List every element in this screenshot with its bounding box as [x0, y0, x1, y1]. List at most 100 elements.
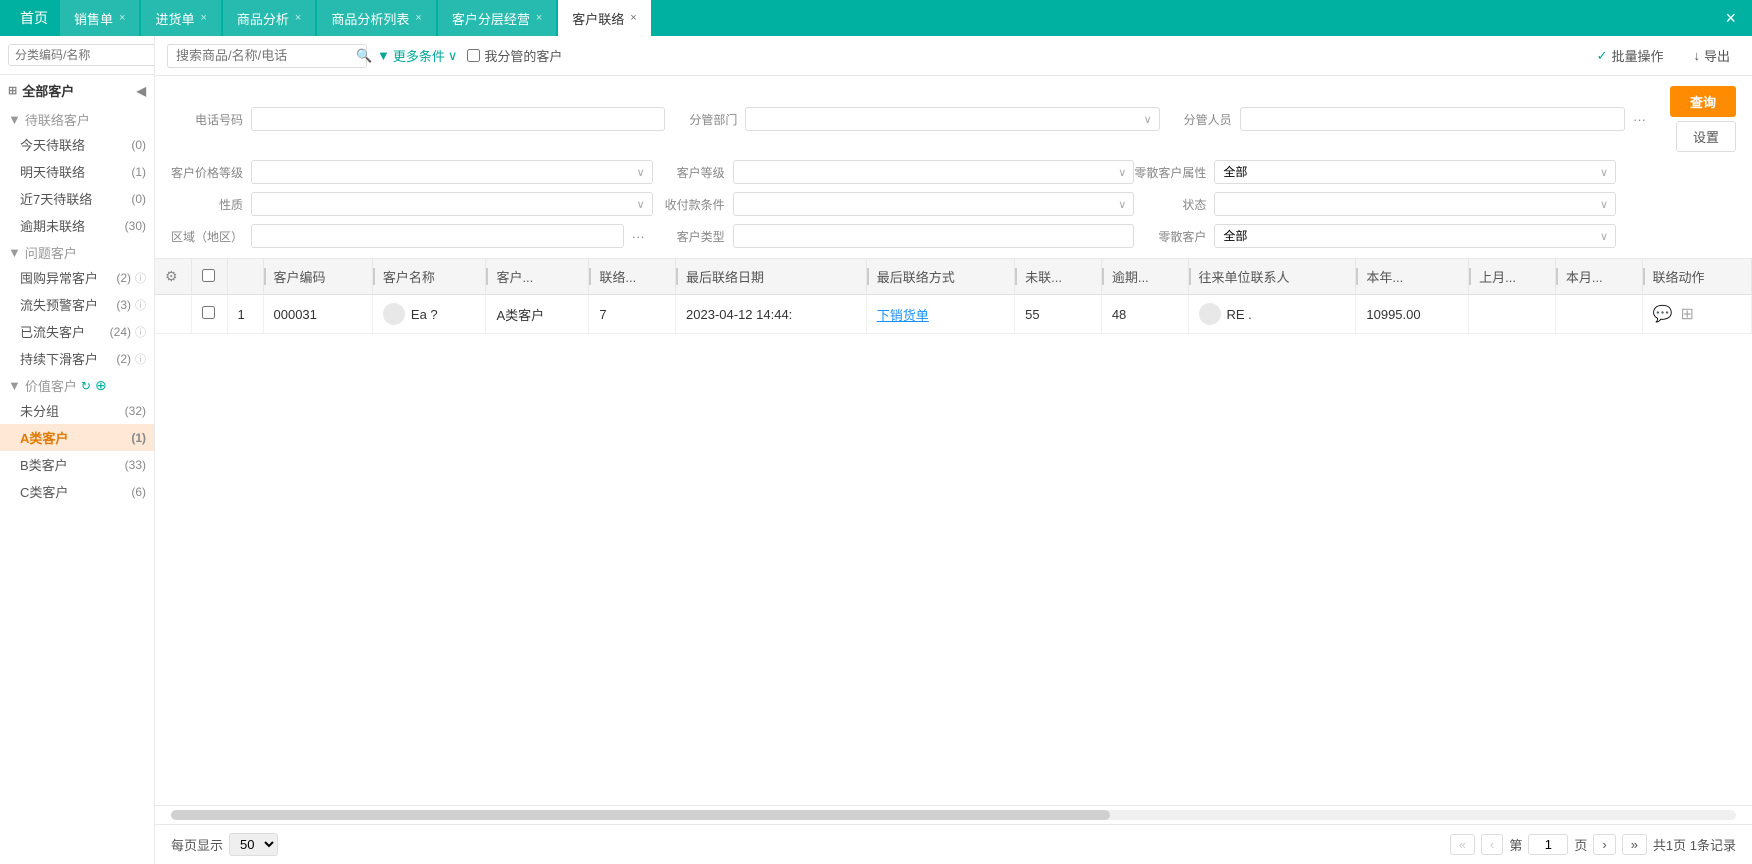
dots-icon[interactable]: ··· [1625, 112, 1654, 127]
nature-select[interactable] [251, 192, 653, 216]
filter-row-1: 电话号码 分管部门 ∨ 分管人员 ··· 查询 设置 [171, 86, 1736, 152]
scrollbar-track[interactable] [171, 810, 1736, 820]
gear-icon[interactable]: ⚙ [165, 268, 178, 284]
sidebar-item-class-c[interactable]: C类客户 (6) [0, 478, 154, 505]
comment-icon[interactable]: 💬 [1653, 304, 1673, 324]
row-check-cell[interactable] [191, 295, 227, 334]
close-icon[interactable]: × [200, 12, 206, 24]
col-type[interactable]: 客户... [486, 259, 589, 295]
nav-tab-sales[interactable]: 销售单 × [60, 0, 139, 36]
nav-tab-purchase[interactable]: 进货单 × [141, 0, 220, 36]
close-icon[interactable]: × [630, 12, 636, 24]
refresh-icon[interactable]: ↻ [81, 379, 91, 393]
close-icon[interactable]: × [119, 12, 125, 24]
all-customers-label: 全部客户 [22, 81, 74, 100]
sidebar-group-value[interactable]: ▼ 价值客户 ↻ ⊕ [0, 372, 154, 397]
phone-input[interactable] [251, 107, 665, 131]
col-check[interactable] [191, 259, 227, 295]
sidebar-item-unsorted[interactable]: 未分组 (32) [0, 397, 154, 424]
item-badge: (2) [116, 271, 131, 285]
col-this-month[interactable]: 本月... [1555, 259, 1642, 295]
close-icon[interactable]: × [536, 12, 542, 24]
filter-search-input[interactable] [176, 48, 352, 63]
batch-operation-button[interactable]: ✓ 批量操作 [1587, 42, 1674, 69]
col-code-label: 客户编码 [274, 270, 326, 285]
sidebar-item-tomorrow[interactable]: 明天待联络 (1) [0, 158, 154, 185]
status-select[interactable] [1214, 192, 1616, 216]
nav-tab-product-list[interactable]: 商品分析列表 × [317, 0, 435, 36]
col-last-method[interactable]: 最后联络方式 [866, 259, 1014, 295]
setting-button[interactable]: 设置 [1676, 121, 1736, 152]
col-last-date[interactable]: 最后联络日期 [676, 259, 867, 295]
sidebar-item-class-a[interactable]: A类客户 (1) [0, 424, 154, 451]
sidebar-item-overdue[interactable]: 逾期未联络 (30) [0, 212, 154, 239]
sidebar-item-class-b[interactable]: B类客户 (33) [0, 451, 154, 478]
col-action-label: 联络动作 [1653, 270, 1705, 285]
nav-close-all-button[interactable]: × [1717, 8, 1744, 29]
nav-tab-product-analysis[interactable]: 商品分析 × [223, 0, 315, 36]
retail-attr-select[interactable]: 全部 [1214, 160, 1616, 184]
person-input[interactable] [1240, 107, 1625, 131]
content-area: 🔍 ▼ 更多条件 ∨ 我分管的客户 ✓ 批量操作 ↓ 导出 [155, 36, 1752, 864]
export-button[interactable]: ↓ 导出 [1683, 42, 1740, 69]
sidebar-item-7days[interactable]: 近7天待联络 (0) [0, 185, 154, 212]
sidebar-item-churn-warning[interactable]: 流失预警客户 (3) ⓘ [0, 291, 154, 318]
nav-tab-customer-segment[interactable]: 客户分层经营 × [438, 0, 556, 36]
row-last-method[interactable]: 下销货单 [877, 308, 929, 323]
sidebar-item-today[interactable]: 今天待联络 (0) [0, 131, 154, 158]
row-checkbox[interactable] [202, 306, 215, 319]
sidebar-item-abnormal[interactable]: 囤购异常客户 (2) ⓘ [0, 264, 154, 291]
sidebar-item-churned[interactable]: 已流失客户 (24) ⓘ [0, 318, 154, 345]
col-this-year[interactable]: 本年... [1356, 259, 1469, 295]
close-icon[interactable]: × [295, 12, 301, 24]
sidebar-search-input[interactable] [8, 44, 155, 66]
last-page-button[interactable]: » [1622, 834, 1647, 855]
col-overdue[interactable]: 逾期... [1101, 259, 1188, 295]
nav-tab-label: 商品分析 [237, 9, 289, 28]
nav-tab-label: 进货单 [155, 9, 194, 28]
filter-field-region: 区域（地区） ··· [171, 224, 653, 248]
grid-action-icon[interactable]: ⊞ [1680, 304, 1693, 324]
collapse-icon[interactable]: ◀ [137, 84, 146, 98]
customer-type-input[interactable] [733, 224, 1135, 248]
page-number-input[interactable] [1528, 834, 1568, 855]
next-page-button[interactable]: › [1593, 834, 1615, 855]
sidebar-item-declining[interactable]: 持续下滑客户 (2) ⓘ [0, 345, 154, 372]
col-name[interactable]: 客户名称 [372, 259, 486, 295]
search-icon[interactable]: 🔍 [356, 48, 372, 64]
customer-level-select[interactable] [733, 160, 1135, 184]
dots-icon[interactable]: ··· [624, 229, 653, 244]
my-customers-checkbox[interactable] [467, 49, 480, 62]
col-unit-contact[interactable]: 往来单位联系人 [1188, 259, 1356, 295]
close-icon[interactable]: × [415, 12, 421, 24]
row-no-contact: 55 [1025, 307, 1039, 322]
filter-row-4: 区域（地区） ··· 客户类型 零散客户 全部 ∨ [171, 224, 1736, 248]
row-code: 000031 [274, 307, 317, 322]
sidebar-group-pending[interactable]: ▼ 待联络客户 [0, 106, 154, 131]
col-gear[interactable]: ⚙ [155, 259, 191, 295]
more-conditions-button[interactable]: ▼ 更多条件 ∨ [377, 46, 457, 65]
query-button[interactable]: 查询 [1670, 86, 1736, 117]
add-icon[interactable]: ⊕ [95, 377, 107, 394]
per-page-select[interactable]: 50 [229, 833, 278, 856]
sidebar-all-customers[interactable]: ⊞ 全部客户 ◀ [0, 75, 154, 106]
retail-customer-select[interactable]: 全部 [1214, 224, 1616, 248]
first-page-button[interactable]: « [1450, 834, 1475, 855]
prev-page-button[interactable]: ‹ [1481, 834, 1503, 855]
select-all-checkbox[interactable] [202, 269, 215, 282]
nav-home[interactable]: 首页 [8, 8, 60, 28]
region-input[interactable] [251, 224, 624, 248]
payment-wrapper: ∨ [733, 192, 1135, 216]
col-no-contact[interactable]: 未联... [1015, 259, 1102, 295]
col-code[interactable]: 客户编码 [263, 259, 372, 295]
scrollbar-thumb[interactable] [171, 810, 1110, 820]
col-last-month[interactable]: 上月... [1469, 259, 1556, 295]
col-contact[interactable]: 联络... [589, 259, 676, 295]
payment-select[interactable] [733, 192, 1135, 216]
sidebar-group-problem[interactable]: ▼ 问题客户 [0, 239, 154, 264]
dept-select[interactable] [745, 107, 1159, 131]
item-label: 近7天待联络 [20, 189, 92, 208]
nav-tab-customer-contact[interactable]: 客户联络 × [558, 0, 650, 36]
item-badge: (1) [131, 165, 146, 179]
price-level-select[interactable] [251, 160, 653, 184]
